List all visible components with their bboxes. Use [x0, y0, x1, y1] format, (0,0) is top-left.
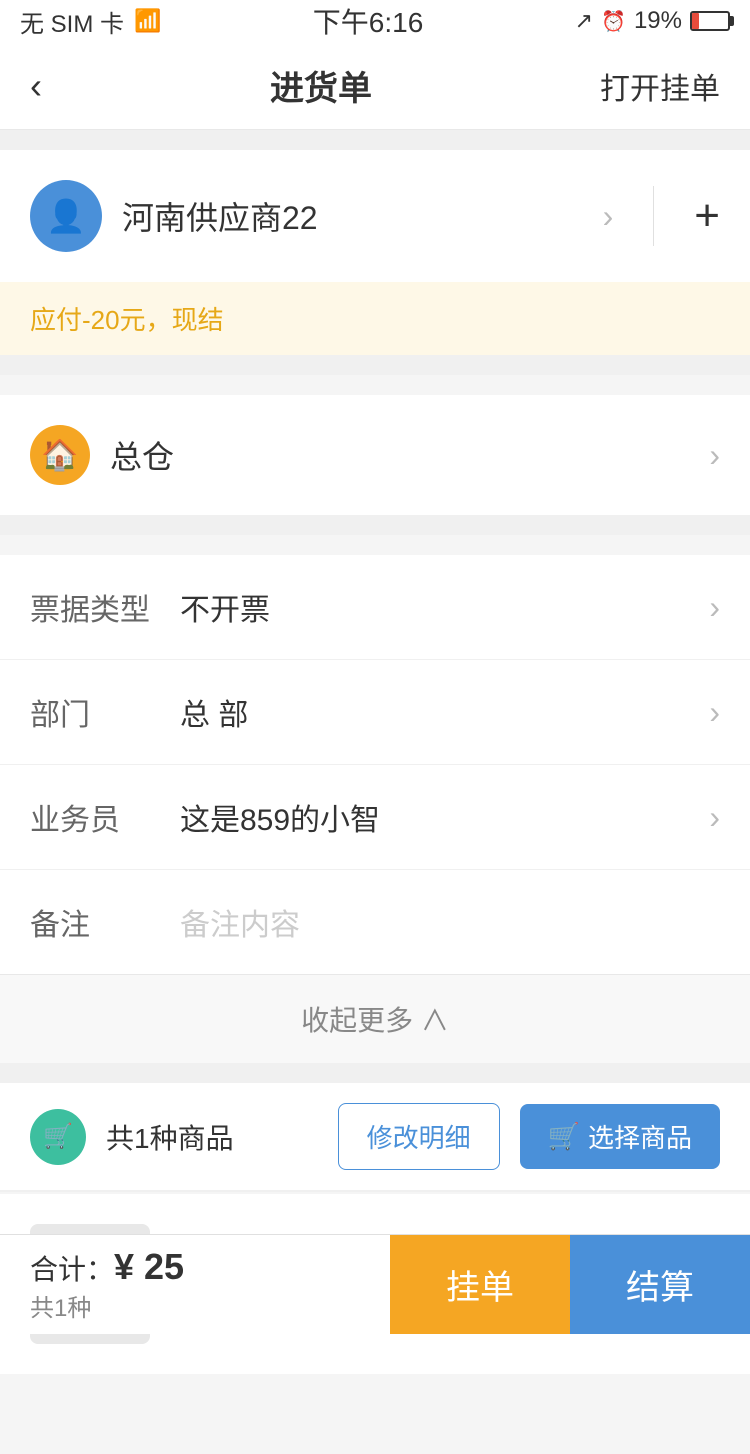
dept-value: 总 部 [170, 690, 709, 734]
modify-detail-button[interactable]: 修改明细 [338, 1103, 500, 1170]
total-prefix: 合计： [30, 1248, 114, 1288]
bottom-total: 合计： ¥ 25 共1种 [0, 1246, 390, 1323]
supplier-chevron-icon: › [603, 198, 614, 235]
battery-text: 19% [634, 7, 682, 35]
add-supplier-button[interactable]: + [694, 191, 720, 241]
bottom-bar: 合计： ¥ 25 共1种 挂单 结算 [0, 1234, 750, 1334]
back-button[interactable]: ‹ [30, 65, 42, 107]
staff-chevron-icon: › [709, 799, 720, 836]
staff-label: 业务员 [30, 795, 170, 839]
select-product-label: 选择商品 [588, 1118, 692, 1155]
supplier-row[interactable]: 👤 河南供应商22 › + [0, 150, 750, 282]
status-left: 无 SIM 卡 [20, 4, 161, 39]
wifi-icon [134, 7, 161, 35]
staff-row[interactable]: 业务员 这是859的小智 › [0, 765, 750, 870]
status-bar: 无 SIM 卡 下午6:16 19% [0, 0, 750, 42]
section-gap-1 [0, 130, 750, 150]
invoice-value: 不开票 [170, 585, 709, 629]
dept-chevron-icon: › [709, 694, 720, 731]
notice-text: 应付-20元，现结 [30, 305, 224, 335]
location-icon [575, 7, 593, 35]
warehouse-name: 总仓 [110, 432, 689, 478]
total-amount: ¥ 25 [114, 1246, 184, 1288]
invoice-chevron-icon: › [709, 589, 720, 626]
remark-label: 备注 [30, 900, 170, 944]
select-product-button[interactable]: 🛒 选择商品 [520, 1104, 720, 1169]
remark-row[interactable]: 备注 备注内容 [0, 870, 750, 974]
alarm-icon [601, 7, 626, 35]
supplier-divider [653, 186, 654, 246]
section-gap-2 [0, 355, 750, 375]
collapse-button[interactable]: 收起更多 ∧ [301, 999, 449, 1039]
staff-value: 这是859的小智 [170, 795, 709, 839]
products-count: 共1种商品 [106, 1117, 318, 1157]
bottom-spacer [0, 1374, 750, 1454]
invoice-label: 票据类型 [30, 585, 170, 629]
notice-bar: 应付-20元，现结 [0, 282, 750, 355]
checkout-button[interactable]: 结算 [570, 1235, 750, 1334]
supplier-avatar: 👤 [30, 180, 102, 252]
dept-label: 部门 [30, 690, 170, 734]
status-right: 19% [575, 7, 730, 35]
dept-row[interactable]: 部门 总 部 › [0, 660, 750, 765]
open-hang-button[interactable]: 打开挂单 [600, 64, 720, 108]
form-section: 票据类型 不开票 › 部门 总 部 › 业务员 这是859的小智 › 备注 备注… [0, 555, 750, 974]
cart-icon: 🛒 [43, 1122, 73, 1151]
nav-bar: ‹ 进货单 打开挂单 [0, 42, 750, 130]
total-count: 共1种 [30, 1288, 360, 1323]
warehouse-row[interactable]: 🏠 总仓 › [0, 395, 750, 515]
section-gap-3 [0, 515, 750, 535]
warehouse-chevron-icon: › [709, 437, 720, 474]
section-gap-4 [0, 1063, 750, 1083]
products-divider [0, 1190, 750, 1192]
supplier-name: 河南供应商22 [122, 193, 583, 239]
status-time: 下午6:16 [313, 1, 424, 41]
remark-input[interactable]: 备注内容 [170, 900, 720, 944]
collapse-section[interactable]: 收起更多 ∧ [0, 974, 750, 1063]
hang-button[interactable]: 挂单 [390, 1235, 570, 1334]
avatar-icon: 👤 [46, 197, 86, 235]
battery-icon [690, 11, 730, 31]
select-product-icon: 🛒 [548, 1121, 580, 1152]
carrier-text: 无 SIM 卡 [20, 4, 124, 39]
products-icon: 🛒 [30, 1109, 86, 1165]
invoice-row[interactable]: 票据类型 不开票 › [0, 555, 750, 660]
page-title: 进货单 [270, 61, 372, 110]
warehouse-icon: 🏠 [30, 425, 90, 485]
products-header: 🛒 共1种商品 修改明细 🛒 选择商品 [0, 1083, 750, 1190]
